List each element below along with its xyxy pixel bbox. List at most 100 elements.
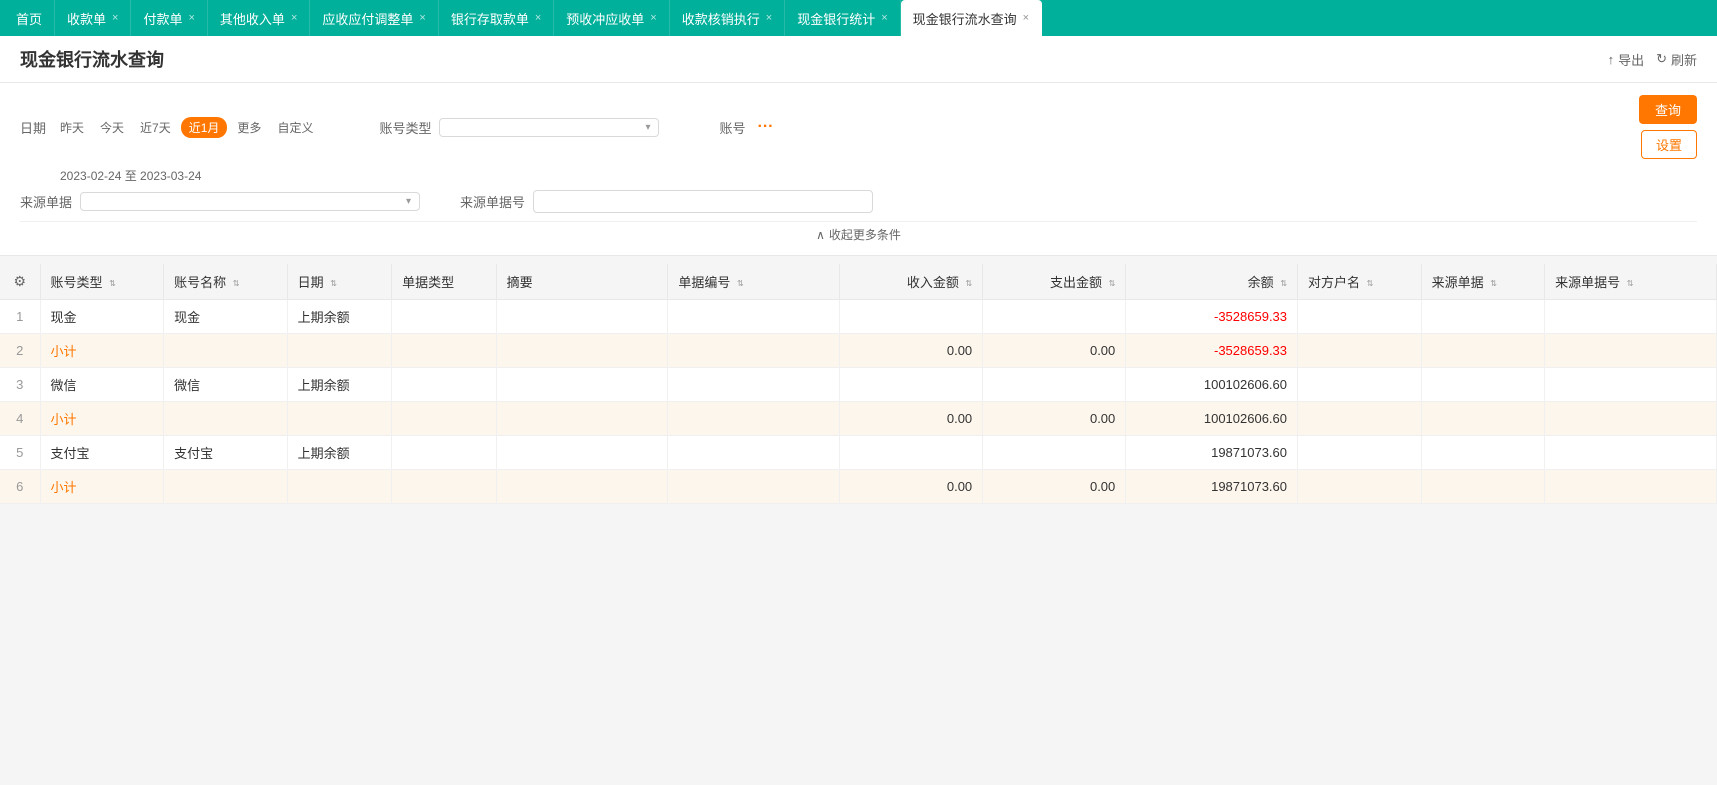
nav-tab-payment[interactable]: 付款单 × [131,0,207,36]
bank-deposit-tab-close[interactable]: × [535,12,541,24]
nav-tab-cash-flow-query[interactable]: 现金银行流水查询 × [901,0,1042,36]
sort-icon-income[interactable]: ⇅ [965,280,972,288]
table-cell: 微信 [40,368,164,402]
refresh-icon: ↻ [1656,51,1667,67]
table-cell: 4 [0,402,40,436]
table-cell [1545,470,1717,504]
account-label: 账号 [719,118,745,137]
ar-ap-adj-tab-close[interactable]: × [419,12,425,24]
table-cell [668,368,840,402]
receipt-tab-label: 收款单 [67,9,106,28]
table-cell [392,300,496,334]
nav-tab-bank-deposit[interactable]: 银行存取款单 × [439,0,554,36]
source-doc-no-input[interactable] [533,190,873,213]
table-cell [1421,300,1545,334]
table-cell [496,470,668,504]
col-income: 收入金额 ⇅ [840,264,983,300]
table-cell: 0.00 [840,470,983,504]
sort-icon-expense[interactable]: ⇅ [1109,280,1116,288]
table-cell: 5 [0,436,40,470]
col-date-label: 日期 [298,275,324,290]
table-cell [668,470,840,504]
nav-tab-advance-receipt[interactable]: 预收冲应收单 × [554,0,669,36]
receipt-tab-close[interactable]: × [112,12,118,24]
table-row: 3微信微信上期余额100102606.60 [0,368,1717,402]
source-doc-no-filter: 来源单据号 [460,190,873,213]
table-cell: -3528659.33 [1126,334,1298,368]
table-cell [1421,436,1545,470]
table-cell: 支付宝 [40,436,164,470]
collapse-button[interactable]: ∧ 收起更多条件 [20,221,1697,247]
table-cell: 19871073.60 [1126,436,1298,470]
payment-tab-close[interactable]: × [188,12,194,24]
date-btn-yesterday[interactable]: 昨天 [54,117,90,138]
table-cell [983,436,1126,470]
nav-tab-other-income[interactable]: 其他收入单 × [208,0,310,36]
table-row: 5支付宝支付宝上期余额19871073.60 [0,436,1717,470]
settings-button[interactable]: 设置 [1641,130,1697,159]
table-cell [496,402,668,436]
export-button[interactable]: ↑ 导出 [1608,50,1645,69]
table-cell: 100102606.60 [1126,368,1298,402]
nav-tab-home[interactable]: 首页 [4,0,55,36]
date-btn-7days[interactable]: 近7天 [134,117,177,138]
sort-icon-date[interactable]: ⇅ [330,280,337,288]
other-income-tab-label: 其他收入单 [220,9,285,28]
sort-icon-source-doc[interactable]: ⇅ [1490,280,1497,288]
col-income-label: 收入金额 [907,275,959,290]
table-cell [392,334,496,368]
table-cell: 0.00 [983,470,1126,504]
source-doc-select[interactable]: ▾ [80,192,420,211]
date-btn-custom[interactable]: 自定义 [271,117,319,138]
query-button[interactable]: 查询 [1639,95,1697,124]
table-cell [840,300,983,334]
table-cell [1298,368,1422,402]
payment-tab-label: 付款单 [143,9,182,28]
filter-row-2: 来源单据 ▾ 来源单据号 [20,190,1697,213]
table-row: 6小计0.000.0019871073.60 [0,470,1717,504]
col-source-doc-label: 来源单据 [1432,275,1484,290]
table-cell [983,300,1126,334]
advance-receipt-tab-close[interactable]: × [650,12,656,24]
table-cell [668,402,840,436]
sort-icon-source-doc-no[interactable]: ⇅ [1627,280,1634,288]
cash-bank-stat-tab-close[interactable]: × [881,12,887,24]
table-cell: 上期余额 [287,436,391,470]
sort-icon-doc-no[interactable]: ⇅ [737,280,744,288]
nav-tab-receipt-verify[interactable]: 收款核销执行 × [670,0,785,36]
col-doc-type-label: 单据类型 [402,275,454,290]
col-gear: ⚙ [0,264,40,300]
table-cell: 微信 [164,368,288,402]
nav-tab-receipt[interactable]: 收款单 × [55,0,131,36]
gear-icon[interactable]: ⚙ [13,273,26,289]
other-income-tab-close[interactable]: × [291,12,297,24]
cash-bank-stat-tab-label: 现金银行统计 [797,9,875,28]
receipt-verify-tab-close[interactable]: × [766,12,772,24]
nav-tab-cash-bank-stat[interactable]: 现金银行统计 × [785,0,900,36]
receipt-verify-tab-label: 收款核销执行 [682,9,760,28]
sort-icon-counterparty[interactable]: ⇅ [1367,280,1374,288]
col-account-type-label: 账号类型 [51,275,103,290]
nav-tab-ar-ap-adj[interactable]: 应收应付调整单 × [310,0,438,36]
table-cell [164,334,288,368]
table-cell [1298,436,1422,470]
filter-area: 日期 昨天 今天 近7天 近1月 更多 自定义 账号类型 ▾ 账号 ··· [0,83,1717,256]
page-header: 现金银行流水查询 ↑ 导出 ↻ 刷新 [0,36,1717,83]
date-btn-today[interactable]: 今天 [94,117,130,138]
account-type-select[interactable]: ▾ [439,118,659,137]
data-table: ⚙ 账号类型 ⇅ 账号名称 ⇅ 日期 ⇅ 单据类型 摘要 [0,264,1717,504]
table-cell [1298,300,1422,334]
date-btn-more[interactable]: 更多 [231,117,267,138]
table-cell [496,334,668,368]
table-cell [392,368,496,402]
col-doc-no-label: 单据编号 [678,275,730,290]
account-dots-button[interactable]: ··· [753,118,777,136]
sort-icon-account-type[interactable]: ⇅ [109,280,116,288]
cash-flow-query-tab-close[interactable]: × [1023,12,1029,24]
date-btn-1month[interactable]: 近1月 [181,117,228,138]
col-source-doc: 来源单据 ⇅ [1421,264,1545,300]
sort-icon-account-name[interactable]: ⇅ [233,280,240,288]
refresh-button[interactable]: ↻ 刷新 [1656,50,1697,69]
table-cell: 现金 [164,300,288,334]
sort-icon-balance[interactable]: ⇅ [1280,280,1287,288]
